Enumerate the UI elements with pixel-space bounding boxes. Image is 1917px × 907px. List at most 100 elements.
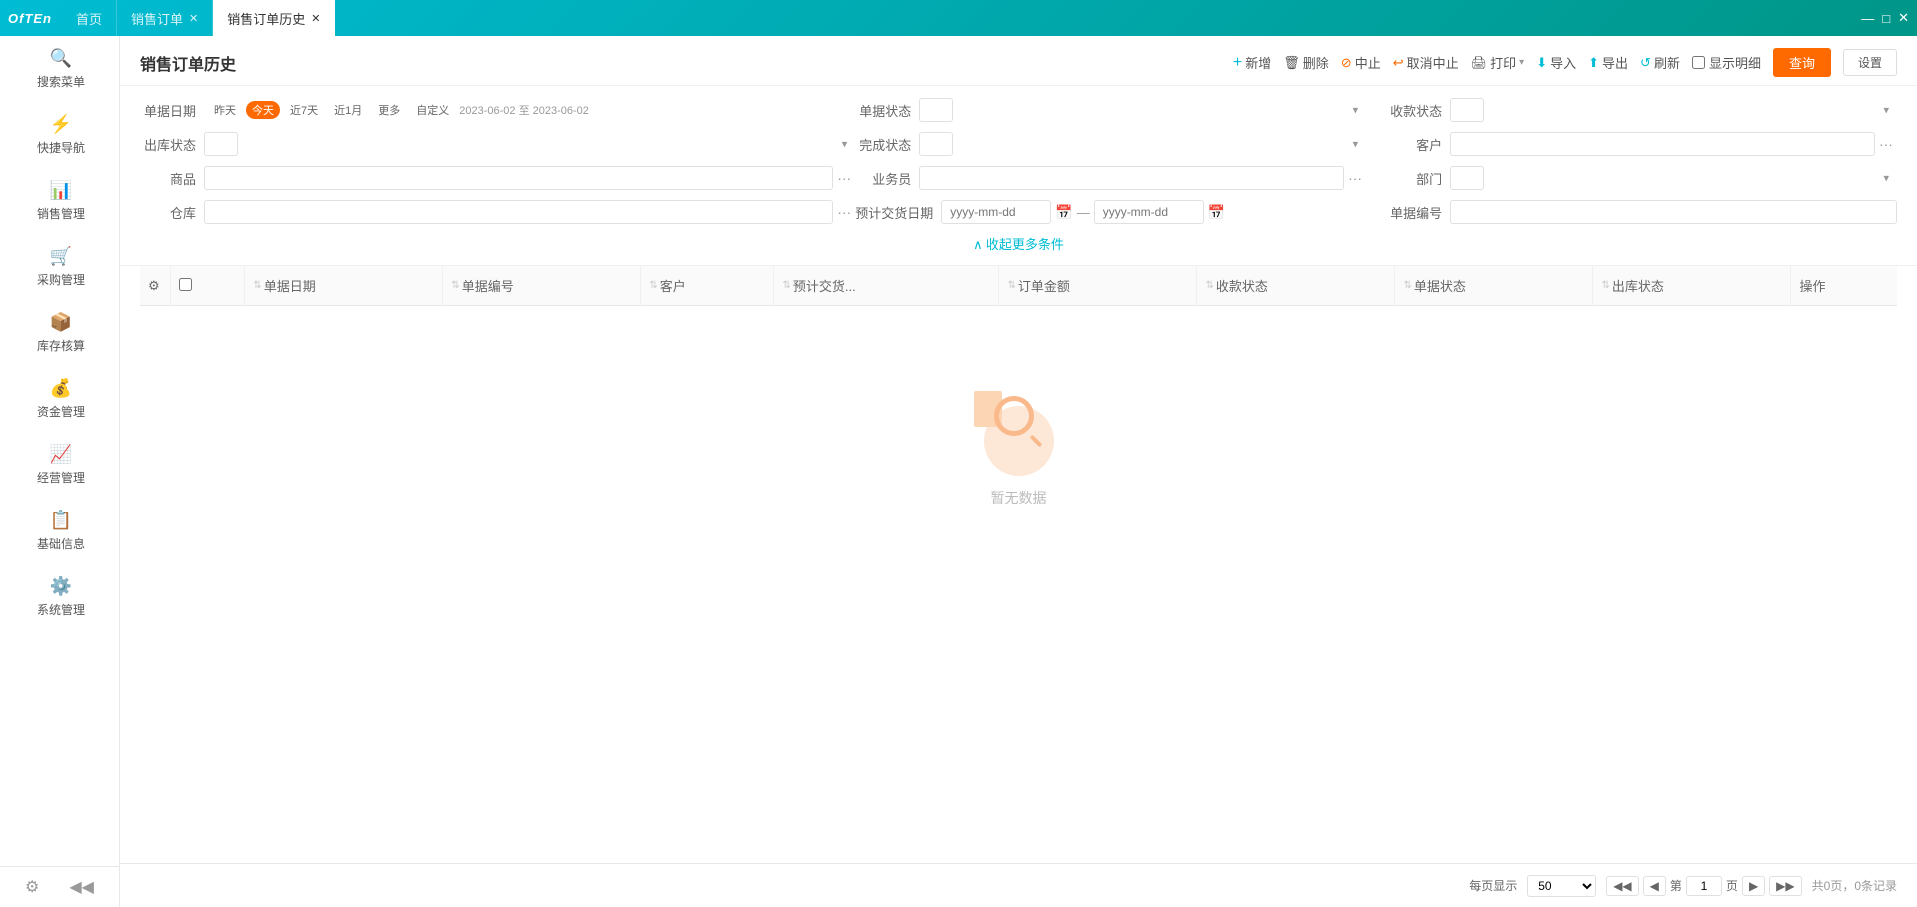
order-number-input[interactable]: [1450, 200, 1897, 224]
prev-page-button[interactable]: ◀: [1643, 876, 1666, 896]
th-payment-status[interactable]: ⇅ 收款状态: [1197, 266, 1395, 306]
cancel-stop-button[interactable]: ↩ 取消中止: [1393, 53, 1459, 72]
query-button[interactable]: 查询: [1773, 48, 1831, 77]
stop-icon: ⊘: [1341, 55, 1352, 71]
table-header: ⚙ ⇅ 单据日期 ⇅: [140, 266, 1897, 306]
first-page-button[interactable]: ◀◀: [1606, 876, 1638, 896]
search-icon: 🔍: [50, 48, 72, 69]
close-window-icon[interactable]: ✕: [1898, 10, 1909, 26]
sidebar-settings-icon[interactable]: ⚙: [25, 877, 39, 897]
show-detail-checkbox[interactable]: [1692, 56, 1705, 69]
date-7days-btn[interactable]: 近7天: [284, 101, 324, 119]
goods-dots-btn[interactable]: ···: [833, 170, 855, 186]
sidebar-item-label: 经营管理: [37, 469, 85, 486]
th-order-status[interactable]: ⇅ 单据状态: [1395, 266, 1593, 306]
page-size-select[interactable]: 20 50 100: [1527, 875, 1596, 897]
minimize-icon[interactable]: —: [1861, 11, 1874, 26]
tab-sales-order-history[interactable]: 销售订单历史 ✕: [213, 0, 335, 36]
inventory-icon: 📦: [50, 312, 72, 333]
th-delivery-date[interactable]: ⇅ 预计交货...: [774, 266, 999, 306]
date-cal-icon-start[interactable]: 📅: [1055, 204, 1072, 221]
import-icon: ⬇: [1536, 55, 1547, 71]
page-number-input[interactable]: [1686, 876, 1722, 896]
order-status-label: 单据状态: [855, 101, 911, 120]
sidebar-item-finance[interactable]: 💰 资金管理: [0, 366, 119, 432]
tab-bar: OfTEn 首页 销售订单 ✕ 销售订单历史 ✕: [8, 0, 1861, 36]
toolbar: + 新增 🗑 删除 ⊘ 中止 ↩ 取消中止 🖨 打印: [1233, 48, 1897, 77]
sidebar-item-operations[interactable]: 📈 经营管理: [0, 432, 119, 498]
collapse-icon: ∧: [973, 237, 983, 252]
total-info: 共0页，0条记录: [1812, 877, 1897, 894]
th-checkbox[interactable]: [170, 266, 245, 306]
date-cal-icon-end[interactable]: 📅: [1208, 204, 1225, 221]
payment-status-select[interactable]: [1450, 98, 1484, 122]
customer-dots-btn[interactable]: ···: [1875, 136, 1897, 152]
date-yesterday-btn[interactable]: 昨天: [208, 101, 242, 119]
collapse-link[interactable]: ∧ 收起更多条件: [140, 234, 1897, 253]
th-delivery-status[interactable]: ⇅ 出库状态: [1593, 266, 1791, 306]
order-status-select[interactable]: [919, 98, 953, 122]
salesperson-input[interactable]: [919, 166, 1344, 190]
date-today-btn[interactable]: 今天: [246, 101, 280, 119]
sidebar-item-basic-info[interactable]: 📋 基础信息: [0, 498, 119, 564]
show-detail-checkbox-wrap[interactable]: 显示明细: [1692, 53, 1761, 72]
department-select[interactable]: [1450, 166, 1484, 190]
date-more-btn[interactable]: 更多: [372, 101, 406, 119]
refresh-button[interactable]: ↺ 刷新: [1640, 53, 1680, 72]
maximize-icon[interactable]: □: [1882, 11, 1890, 26]
sort-icon: ⇅: [649, 280, 657, 291]
filter-department: 部门: [1386, 166, 1897, 190]
sidebar-item-search[interactable]: 🔍 搜索菜单: [0, 36, 119, 102]
goods-label: 商品: [140, 169, 196, 188]
table-settings-icon[interactable]: ⚙: [148, 278, 160, 293]
th-customer[interactable]: ⇅ 客户: [641, 266, 774, 306]
delivery-date-end[interactable]: [1094, 200, 1204, 224]
select-all-checkbox[interactable]: [179, 278, 192, 291]
page-nav: ◀◀ ◀ 第 页 ▶ ▶▶: [1606, 876, 1801, 896]
print-button[interactable]: 🖨 打印 ▾: [1471, 53, 1525, 72]
filter-delivery-status: 出库状态: [140, 132, 855, 156]
goods-input[interactable]: [204, 166, 833, 190]
add-button[interactable]: + 新增: [1233, 53, 1271, 72]
payment-status-label: 收款状态: [1386, 101, 1442, 120]
warehouse-input[interactable]: [204, 200, 833, 224]
customer-input[interactable]: [1450, 132, 1875, 156]
sidebar-collapse-icon[interactable]: ◀◀: [69, 877, 94, 897]
sidebar-item-quick-nav[interactable]: ⚡ 快捷导航: [0, 102, 119, 168]
th-setting[interactable]: ⚙: [140, 266, 170, 306]
delivery-status-select[interactable]: [204, 132, 238, 156]
sidebar-item-purchase[interactable]: 🛒 采购管理: [0, 234, 119, 300]
date-custom-btn[interactable]: 自定义: [410, 101, 455, 119]
filter-date: 单据日期 昨天 今天 近7天 近1月 更多 自定义 2023-06-02 至 2…: [140, 101, 855, 120]
tab-home[interactable]: 首页: [62, 0, 117, 36]
th-order-amount[interactable]: ⇅ 订单金额: [999, 266, 1197, 306]
page-label-post: 页: [1726, 877, 1738, 894]
completion-status-select[interactable]: [919, 132, 953, 156]
delivery-date-start[interactable]: [941, 200, 1051, 224]
sidebar-item-sales[interactable]: 📊 销售管理: [0, 168, 119, 234]
empty-illustration: [969, 386, 1069, 476]
delete-button[interactable]: 🗑 删除: [1283, 53, 1329, 72]
next-page-button[interactable]: ▶: [1742, 876, 1765, 896]
sidebar-item-label: 快捷导航: [37, 139, 85, 156]
date-1month-btn[interactable]: 近1月: [328, 101, 368, 119]
tab-sales-order-history-close[interactable]: ✕: [311, 12, 320, 25]
purchase-icon: 🛒: [50, 246, 72, 267]
setting-button[interactable]: 设置: [1843, 49, 1897, 76]
sidebar-item-inventory[interactable]: 📦 库存核算: [0, 300, 119, 366]
collapse-label: 收起更多条件: [986, 237, 1064, 252]
th-actions: 操作: [1791, 266, 1897, 306]
tab-sales-order[interactable]: 销售订单 ✕: [117, 0, 213, 36]
export-button[interactable]: ⬆ 导出: [1588, 53, 1628, 72]
last-page-button[interactable]: ▶▶: [1769, 876, 1801, 896]
sidebar-item-system[interactable]: ⚙️ 系统管理: [0, 564, 119, 630]
salesperson-dots-btn[interactable]: ···: [1344, 170, 1366, 186]
th-date[interactable]: ⇅ 单据日期: [245, 266, 443, 306]
import-button[interactable]: ⬇ 导入: [1536, 53, 1576, 72]
tab-sales-order-close[interactable]: ✕: [189, 12, 198, 25]
refresh-icon: ↺: [1640, 55, 1651, 71]
th-order-number[interactable]: ⇅ 单据编号: [443, 266, 641, 306]
main-layout: 🔍 搜索菜单 ⚡ 快捷导航 📊 销售管理 🛒 采购管理 📦 库存核算 💰 资金管…: [0, 36, 1917, 907]
warehouse-dots-btn[interactable]: ···: [833, 204, 855, 220]
stop-button[interactable]: ⊘ 中止: [1341, 53, 1381, 72]
